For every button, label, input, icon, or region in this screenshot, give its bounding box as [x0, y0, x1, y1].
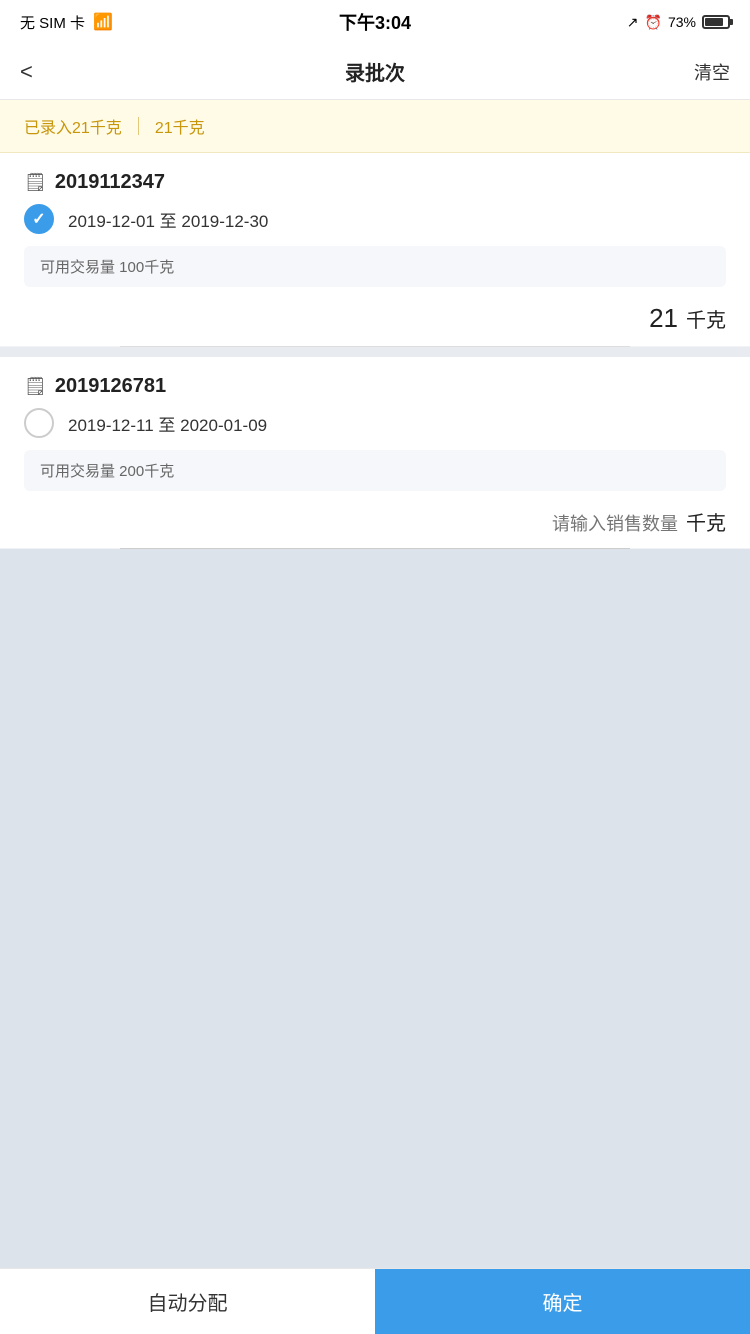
confirm-button[interactable]: 确定 [375, 1269, 750, 1334]
batch-card-2: 🗒 2019126781 2019-12-11 至 2020-01-09 可用交… [0, 357, 750, 491]
recorded-label: 已录入21千克 [24, 114, 122, 138]
batch-2-input-row: 千克 [0, 491, 750, 548]
carrier-label: 无 SIM 卡 [20, 12, 85, 33]
alarm-icon: ⏰ [645, 14, 662, 31]
section-divider [0, 347, 750, 357]
batch-1-avail: 可用交易量 100千克 [24, 246, 726, 287]
status-time: 下午3:04 [339, 13, 411, 33]
batch-2-checkbox[interactable] [24, 408, 54, 438]
batch-2-id: 2019126781 [55, 375, 166, 398]
batch-card-1: 🗒 2019112347 2019-12-01 至 2019-12-30 可用交… [0, 153, 750, 287]
batch-1-id: 2019112347 [55, 171, 165, 194]
batch-2-unit: 千克 [686, 507, 726, 536]
battery-icon [702, 15, 730, 29]
wifi-icon: 📶 [93, 12, 113, 32]
total-label: 21千克 [155, 114, 205, 138]
batch-1-amount-row: 21 千克 [0, 287, 750, 346]
empty-area [0, 549, 750, 1268]
batch-1-checkbox[interactable] [24, 204, 54, 234]
auto-distribute-button[interactable]: 自动分配 [0, 1269, 375, 1334]
batch-2-row: 2019-12-11 至 2020-01-09 [24, 408, 726, 438]
batch-2-header: 🗒 2019126781 [24, 375, 726, 398]
batch-2-quantity-input[interactable] [458, 514, 678, 535]
batch-1-date: 2019-12-01 至 2019-12-30 [68, 207, 268, 232]
batch-1-icon: 🗒 [24, 172, 47, 193]
status-bar: 无 SIM 卡 📶 下午3:04 ↗ ⏰ 73% [0, 0, 750, 44]
battery-percent: 73% [668, 14, 696, 30]
batch-2-date: 2019-12-11 至 2020-01-09 [68, 411, 267, 436]
batch-1-row: 2019-12-01 至 2019-12-30 [24, 204, 726, 234]
clear-button[interactable]: 清空 [694, 59, 730, 85]
nav-bar: < 录批次 清空 [0, 44, 750, 100]
batch-2-icon: 🗒 [24, 376, 47, 397]
summary-divider [138, 117, 139, 135]
bottom-bar: 自动分配 确定 [0, 1268, 750, 1334]
batch-1-header: 🗒 2019112347 [24, 171, 726, 194]
back-button[interactable]: < [20, 59, 60, 85]
batch-1-amount: 21 [649, 303, 678, 334]
page-title: 录批次 [345, 57, 405, 86]
batch-2-avail: 可用交易量 200千克 [24, 450, 726, 491]
summary-bar: 已录入21千克 21千克 [0, 100, 750, 153]
batch-1-unit: 千克 [686, 304, 726, 333]
location-icon: ↗ [627, 14, 639, 31]
